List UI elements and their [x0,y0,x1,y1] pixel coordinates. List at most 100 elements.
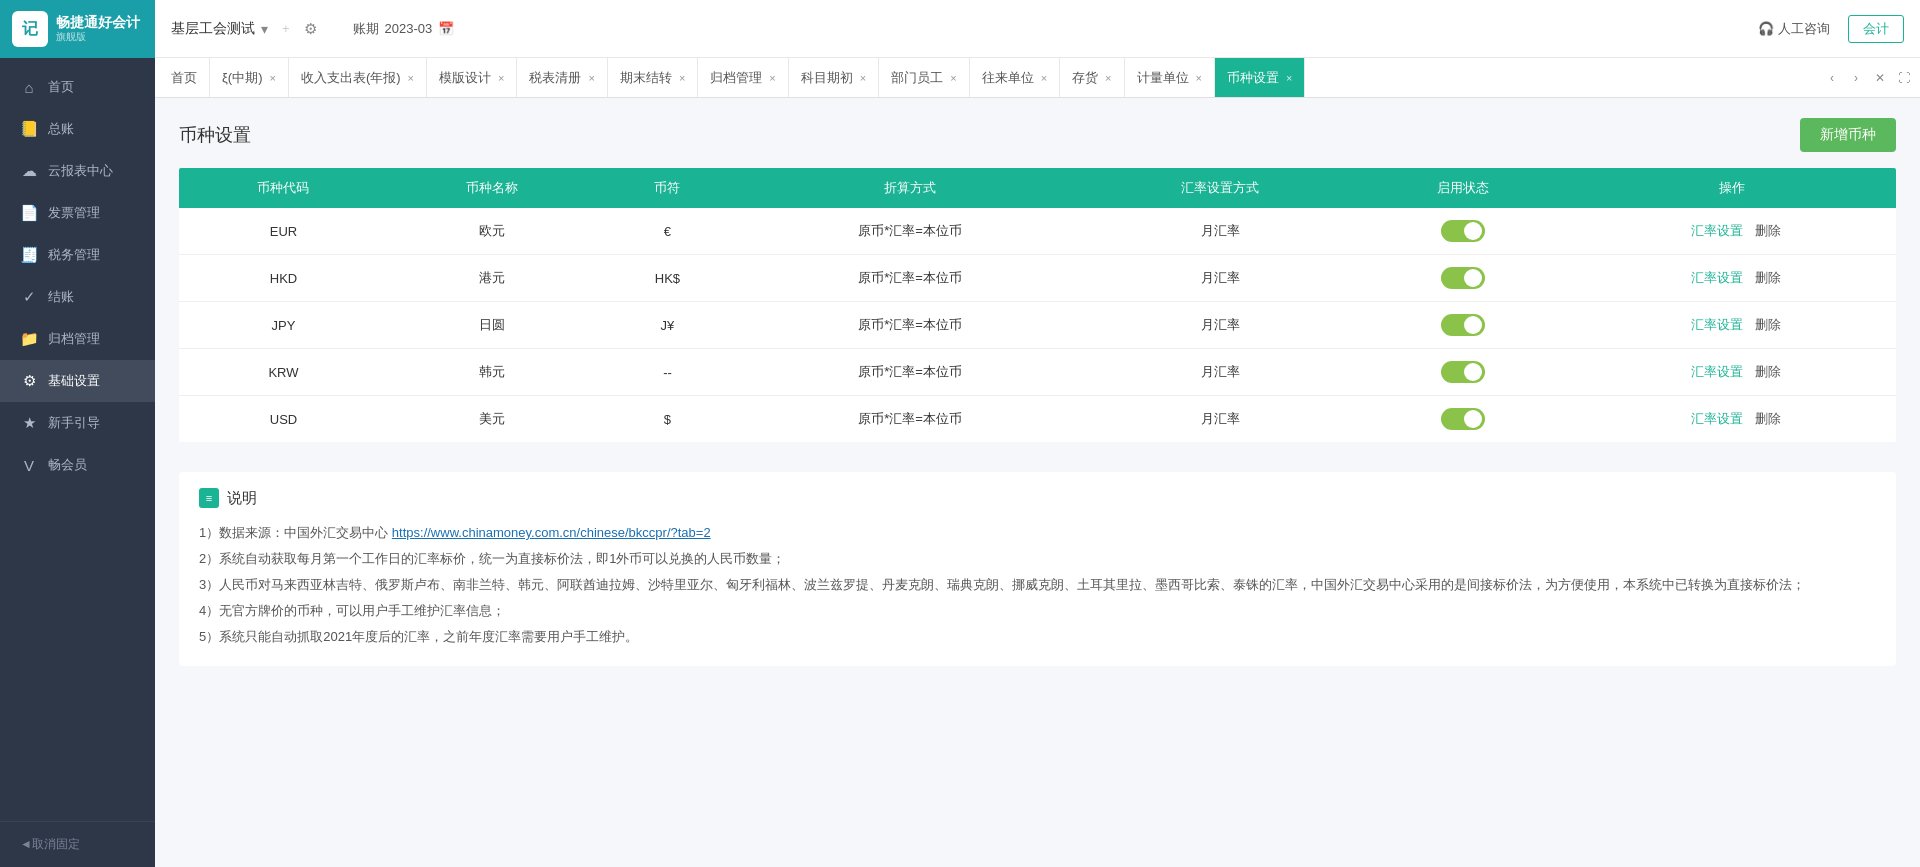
sidebar-item-home[interactable]: ⌂ 首页 [0,66,155,108]
cell-calc-1: 原币*汇率=本位币 [738,255,1082,302]
cell-actions-0: 汇率设置 删除 [1568,208,1896,255]
tab-inventory[interactable]: 存货× [1060,58,1124,98]
sidebar-label-member: 畅会员 [48,456,87,474]
delete-link-2[interactable]: 删除 [1755,317,1781,332]
rate-setting-link-3[interactable]: 汇率设置 [1691,364,1743,379]
delete-link-4[interactable]: 删除 [1755,411,1781,426]
sidebar-label-invoice: 发票管理 [48,204,100,222]
tab-close-vat[interactable]: × [269,72,275,84]
sidebar-label-reports: 云报表中心 [48,162,113,180]
sidebar-item-tax[interactable]: 🧾 税务管理 [0,234,155,276]
tab-close-currency[interactable]: × [1286,72,1292,84]
toggle-0[interactable] [1441,220,1485,242]
toggle-4[interactable] [1441,408,1485,430]
tab-scroll-left[interactable]: ‹ [1820,58,1844,98]
cell-symbol-4: $ [597,396,738,443]
notes-link[interactable]: https://www.chinamoney.com.cn/chinese/bk… [392,525,711,540]
tab-expand[interactable]: ⛶ [1892,58,1916,98]
sidebar-footer[interactable]: ◄取消固定 [0,821,155,867]
tab-currency[interactable]: 币种设置× [1215,58,1305,98]
sidebar-icon-invoice: 📄 [20,204,38,222]
cell-symbol-1: HK$ [597,255,738,302]
sidebar-item-member[interactable]: V 畅会员 [0,444,155,486]
tab-close-taxclear[interactable]: × [588,72,594,84]
company-dropdown-icon[interactable]: ▾ [261,21,268,37]
cell-rate-type-4: 月汇率 [1082,396,1359,443]
tab-income[interactable]: 收入支出表(年报)× [289,58,427,98]
table-row: EUR 欧元 € 原币*汇率=本位币 月汇率 汇率设置 删除 [179,208,1896,255]
toggle-1[interactable] [1441,267,1485,289]
tab-close-partner[interactable]: × [1041,72,1047,84]
tab-taxclear[interactable]: 税表清册× [517,58,607,98]
cell-enabled-3 [1359,349,1568,396]
tab-close-income[interactable]: × [408,72,414,84]
toggle-3[interactable] [1441,361,1485,383]
tab-close-inventory[interactable]: × [1105,72,1111,84]
sidebar-item-invoice[interactable]: 📄 发票管理 [0,192,155,234]
note-item-2: 3）人民币对马来西亚林吉特、俄罗斯卢布、南非兰特、韩元、阿联酋迪拉姆、沙特里亚尔… [199,572,1876,598]
topbar-settings-icon[interactable]: ⚙ [304,20,317,38]
tab-close-template[interactable]: × [498,72,504,84]
calendar-icon[interactable]: 📅 [438,21,454,36]
new-currency-button[interactable]: 新增币种 [1800,118,1896,152]
tab-scroll-right[interactable]: › [1844,58,1868,98]
tab-close-all[interactable]: ✕ [1868,58,1892,98]
cell-code-4: USD [179,396,388,443]
tab-vat[interactable]: ξ(中期)× [210,58,289,98]
account-button[interactable]: 会计 [1848,15,1904,43]
cell-name-3: 韩元 [388,349,597,396]
rate-setting-link-0[interactable]: 汇率设置 [1691,223,1743,238]
logo-text: 畅捷通好会计 [56,14,140,31]
tab-partner[interactable]: 往来单位 × [970,58,1060,98]
delete-link-3[interactable]: 删除 [1755,364,1781,379]
sidebar-item-settings[interactable]: ⚙ 基础设置 [0,360,155,402]
sidebar-icon-reports: ☁ [20,162,38,180]
rate-setting-link-2[interactable]: 汇率设置 [1691,317,1743,332]
sidebar-item-checkout[interactable]: ✓ 结账 [0,276,155,318]
cell-enabled-2 [1359,302,1568,349]
tab-archive[interactable]: 归档管理× [698,58,788,98]
toggle-thumb-2 [1464,316,1482,334]
sidebar-item-archive[interactable]: 📁 归档管理 [0,318,155,360]
sidebar-icon-checkout: ✓ [20,288,38,306]
sidebar-label-archive: 归档管理 [48,330,100,348]
rate-setting-link-4[interactable]: 汇率设置 [1691,411,1743,426]
topbar-right: 🎧 人工咨询 会计 [1750,15,1904,43]
toggle-track-2 [1441,314,1485,336]
tab-subject-init[interactable]: 科目期初× [789,58,879,98]
toggle-thumb-1 [1464,269,1482,287]
period-label: 账期 [353,20,379,38]
consult-button[interactable]: 🎧 人工咨询 [1750,16,1838,42]
sidebar-icon-archive: 📁 [20,330,38,348]
topbar-period: 账期 2023-03 📅 [353,20,455,38]
tab-dept-staff[interactable]: 部门员工× [879,58,969,98]
sidebar-icon-guide: ★ [20,414,38,432]
sidebar-item-ledger[interactable]: 📒 总账 [0,108,155,150]
tab-home[interactable]: 首页 [159,58,210,98]
cell-rate-type-0: 月汇率 [1082,208,1359,255]
rate-setting-link-1[interactable]: 汇率设置 [1691,270,1743,285]
toggle-2[interactable] [1441,314,1485,336]
delete-link-0[interactable]: 删除 [1755,223,1781,238]
tab-period-end[interactable]: 期末结转× [608,58,698,98]
tab-label-partner: 往来单位 [982,69,1034,87]
sidebar-item-guide[interactable]: ★ 新手引导 [0,402,155,444]
tab-close-subject-init[interactable]: × [860,72,866,84]
toggle-wrap-0 [1373,220,1554,242]
notes-section: ≡ 说明 1）数据来源：中国外汇交易中心 https://www.chinamo… [179,472,1896,666]
tab-close-dept-staff[interactable]: × [950,72,956,84]
sidebar-item-reports[interactable]: ☁ 云报表中心 [0,150,155,192]
col-header-汇率设置方式: 汇率设置方式 [1082,168,1359,208]
sidebar-icon-home: ⌂ [20,79,38,96]
delete-link-1[interactable]: 删除 [1755,270,1781,285]
toggle-wrap-1 [1373,267,1554,289]
tab-close-archive[interactable]: × [769,72,775,84]
tab-template[interactable]: 模版设计× [427,58,517,98]
cell-actions-4: 汇率设置 删除 [1568,396,1896,443]
notes-icon: ≡ [199,488,219,508]
content-area: 币种设置 新增币种 币种代码币种名称币符折算方式汇率设置方式启用状态操作 EUR… [155,98,1920,867]
tab-close-period-end[interactable]: × [679,72,685,84]
toggle-track-3 [1441,361,1485,383]
tab-close-unit[interactable]: × [1196,72,1202,84]
tab-unit[interactable]: 计量单位× [1125,58,1215,98]
